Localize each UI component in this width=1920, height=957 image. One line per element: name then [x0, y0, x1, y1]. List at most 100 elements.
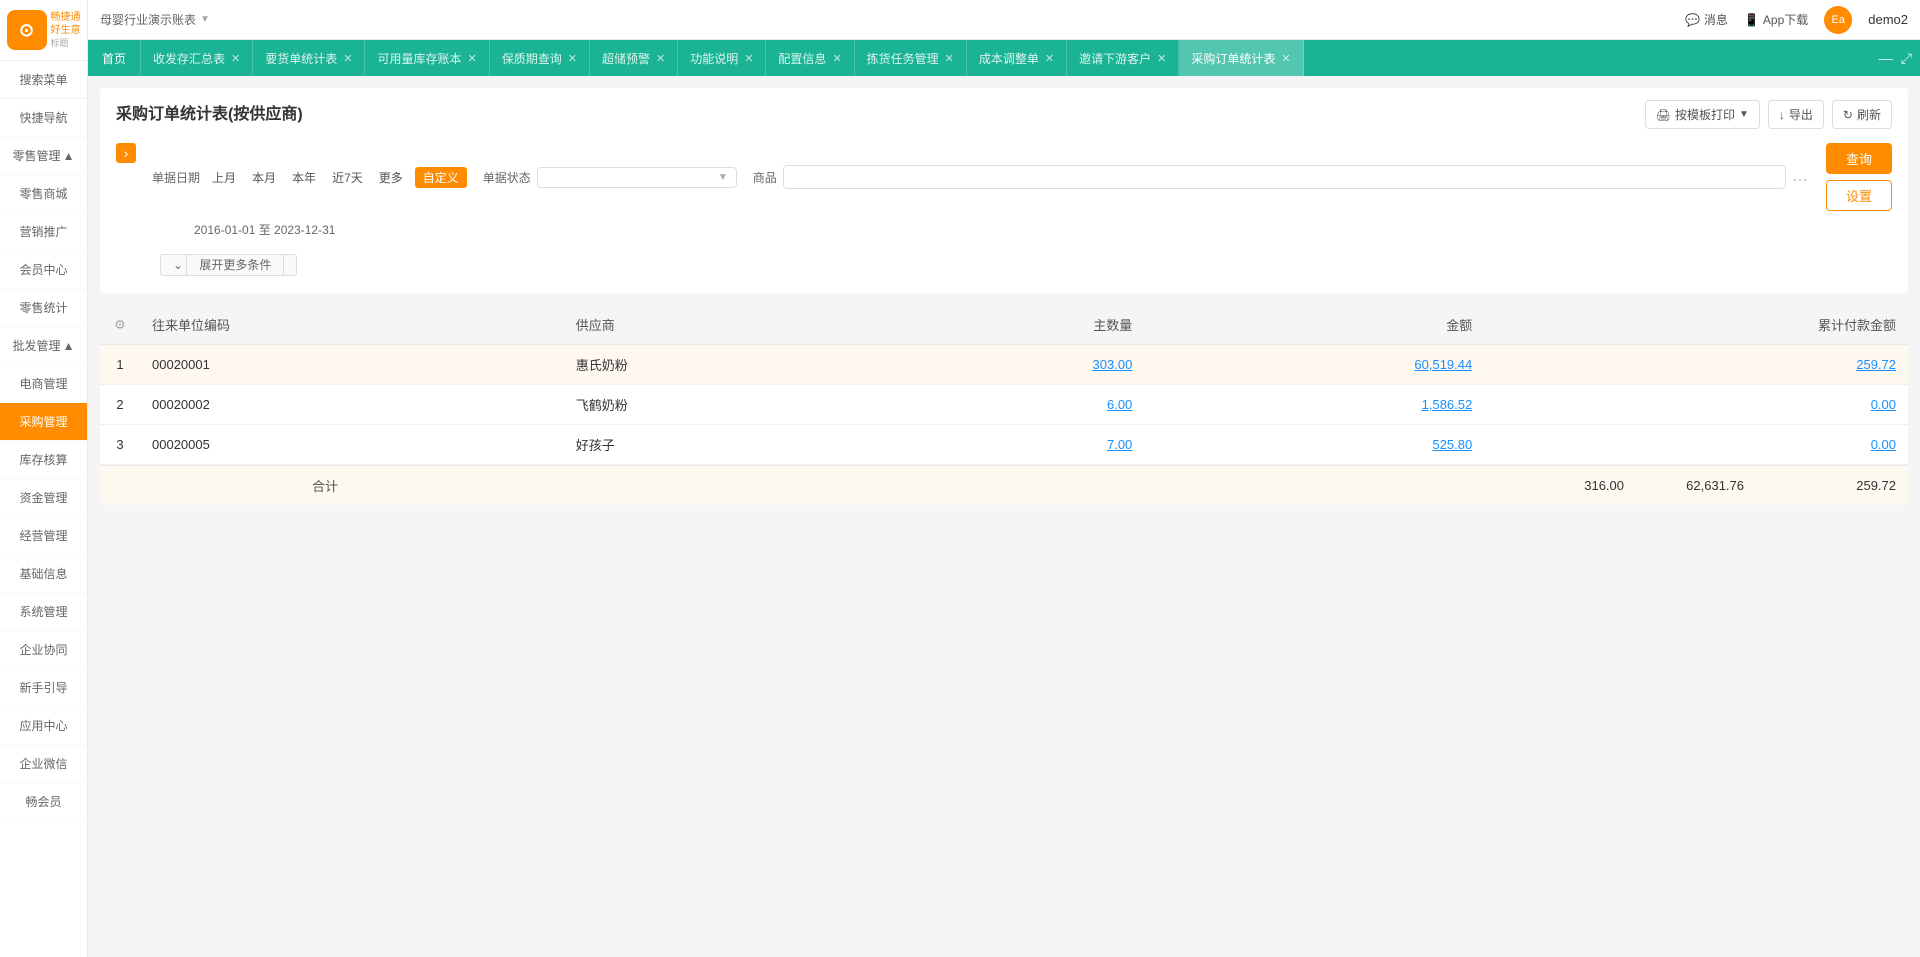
- sidebar-item-finance[interactable]: 资金管理: [0, 479, 87, 517]
- refresh-icon: ↻: [1843, 108, 1853, 122]
- footer-quantity: 316.00: [1536, 478, 1636, 493]
- expand-more-button[interactable]: ⌄ 展开更多条件: [152, 248, 1892, 281]
- tab-purchase-order-stats[interactable]: 采购订单统计表 ✕: [1179, 40, 1303, 76]
- tab-stock-summary[interactable]: 收发存汇总表 ✕: [141, 40, 253, 76]
- sidebar-item-quicknav[interactable]: 快捷导航: [0, 99, 87, 137]
- cell-supplier: 飞鹤奶粉: [564, 385, 880, 425]
- sidebar-item-retail-mgmt[interactable]: 零售管理 ▲: [0, 137, 87, 175]
- tab-cost-adjust-label: 成本调整单: [979, 50, 1039, 67]
- template-print-button[interactable]: 🖨 按模板打印 ▼: [1645, 100, 1760, 129]
- base-info-label: 基础信息: [19, 565, 67, 582]
- sidebar-item-member2[interactable]: 畅会员: [0, 783, 87, 821]
- status-select[interactable]: ▼: [537, 167, 737, 188]
- shortcut-this-year[interactable]: 本年: [286, 167, 322, 188]
- operation-label: 经营管理: [19, 527, 67, 544]
- tab-function-desc[interactable]: 功能说明 ✕: [678, 40, 766, 76]
- sidebar-item-app-center[interactable]: 应用中心: [0, 707, 87, 745]
- more-dots-button[interactable]: …: [1792, 168, 1810, 186]
- tab-invite-customer-close[interactable]: ✕: [1157, 52, 1166, 65]
- tab-overstock-label: 超储预警: [602, 50, 650, 67]
- page-content: 采购订单统计表(按供应商) 🖨 按模板打印 ▼ ↓ 导出 ↻ 刷新: [88, 76, 1920, 957]
- custom-date-button[interactable]: 自定义: [415, 167, 467, 188]
- tab-minimize-icon[interactable]: —: [1879, 50, 1893, 66]
- message-icon: 💬: [1685, 13, 1700, 27]
- cell-supplier: 惠氏奶粉: [564, 345, 880, 385]
- message-button[interactable]: 💬 消息: [1685, 11, 1728, 28]
- tab-overstock-warning[interactable]: 超储预警 ✕: [590, 40, 678, 76]
- tab-cost-adjust[interactable]: 成本调整单 ✕: [967, 40, 1067, 76]
- tab-invite-customer-label: 邀请下游客户: [1079, 50, 1151, 67]
- tab-purchase-order-stats-close[interactable]: ✕: [1281, 52, 1290, 65]
- sidebar-item-retail-store[interactable]: 零售商城: [0, 175, 87, 213]
- filter-fields: 单据日期 上月 本月 本年 近7天 更多 自定义: [152, 143, 1892, 281]
- sidebar-item-enterprise[interactable]: 企业协同: [0, 631, 87, 669]
- tab-stock-summary-close[interactable]: ✕: [231, 52, 240, 65]
- action-buttons: 查询 设置: [1826, 143, 1892, 211]
- shortcut-more[interactable]: 更多: [373, 167, 409, 188]
- tab-requisition-stats-close[interactable]: ✕: [343, 52, 352, 65]
- sidebar-item-sys-mgmt[interactable]: 系统管理: [0, 593, 87, 631]
- tab-expiry-query[interactable]: 保质期查询 ✕: [490, 40, 590, 76]
- cell-paid: 0.00: [1484, 385, 1908, 425]
- tab-pick-task-close[interactable]: ✕: [945, 52, 954, 65]
- refresh-button[interactable]: ↻ 刷新: [1832, 100, 1892, 129]
- sidebar-item-operation[interactable]: 经营管理: [0, 517, 87, 555]
- user-avatar[interactable]: Ea: [1824, 6, 1852, 34]
- tab-available-stock-close[interactable]: ✕: [468, 52, 477, 65]
- tab-cost-adjust-close[interactable]: ✕: [1045, 52, 1054, 65]
- footer-total-label: 合计: [312, 476, 1536, 495]
- table-row: 3 00020005 好孩子 7.00 525.80 0.00: [100, 425, 1908, 465]
- tab-expand-icon[interactable]: ⤢: [1901, 50, 1912, 67]
- table-header-row: ⚙ 往来单位编码 供应商 主数量 金额 累计付款金额: [100, 305, 1908, 345]
- cell-quantity: 6.00: [879, 385, 1144, 425]
- sidebar-item-wechat[interactable]: 企业微信: [0, 745, 87, 783]
- sidebar-item-wholesale[interactable]: 批发管理 ▲: [0, 327, 87, 365]
- table-row: 2 00020002 飞鹤奶粉 6.00 1,586.52 0.00: [100, 385, 1908, 425]
- sidebar-search[interactable]: 搜索菜单: [0, 61, 87, 99]
- ecommerce-label: 电商管理: [19, 375, 67, 392]
- shortcut-this-month[interactable]: 本月: [246, 167, 282, 188]
- tab-purchase-order-stats-label: 采购订单统计表: [1191, 50, 1275, 67]
- app-icon: 📱: [1744, 13, 1759, 27]
- tab-expiry-query-close[interactable]: ✕: [568, 52, 577, 65]
- th-supplier: 供应商: [564, 305, 880, 345]
- tab-available-stock-label: 可用量库存账本: [377, 50, 461, 67]
- shortcut-last-month[interactable]: 上月: [206, 167, 242, 188]
- cell-amount: 525.80: [1144, 425, 1484, 465]
- date-range-text: 2016-01-01 至 2023-12-31: [194, 223, 335, 237]
- app-download-button[interactable]: 📱 App下载: [1744, 11, 1808, 28]
- cell-no: 2: [100, 385, 140, 425]
- tab-config-info-close[interactable]: ✕: [832, 52, 841, 65]
- settings-button[interactable]: 设置: [1826, 180, 1892, 211]
- retail-mgmt-arrow: ▲: [63, 149, 75, 163]
- sidebar-item-ecommerce[interactable]: 电商管理: [0, 365, 87, 403]
- query-button[interactable]: 查询: [1826, 143, 1892, 174]
- enterprise-label: 企业协同: [19, 641, 67, 658]
- sidebar-item-purchase[interactable]: 采购管理: [0, 403, 87, 441]
- wechat-label: 企业微信: [19, 755, 67, 772]
- export-button[interactable]: ↓ 导出: [1768, 100, 1824, 129]
- tab-config-info[interactable]: 配置信息 ✕: [766, 40, 854, 76]
- sidebar-item-inventory[interactable]: 库存核算: [0, 441, 87, 479]
- sidebar-item-base-info[interactable]: 基础信息: [0, 555, 87, 593]
- sidebar-item-guide[interactable]: 新手引导: [0, 669, 87, 707]
- workspace-selector[interactable]: 母婴行业演示账表 ▼: [100, 11, 210, 28]
- tab-invite-customer[interactable]: 邀请下游客户 ✕: [1067, 40, 1179, 76]
- footer-amount: 62,631.76: [1636, 478, 1756, 493]
- tab-available-stock[interactable]: 可用量库存账本 ✕: [365, 40, 489, 76]
- tab-home[interactable]: 首页: [88, 40, 141, 76]
- collapse-button[interactable]: ›: [116, 143, 136, 163]
- sidebar-item-retail-stats[interactable]: 零售统计: [0, 289, 87, 327]
- tab-function-desc-close[interactable]: ✕: [744, 52, 753, 65]
- tab-requisition-stats[interactable]: 要货单统计表 ✕: [253, 40, 365, 76]
- table-row: 1 00020001 惠氏奶粉 303.00 60,519.44 259.72: [100, 345, 1908, 385]
- tab-function-desc-label: 功能说明: [690, 50, 738, 67]
- tab-overstock-close[interactable]: ✕: [656, 52, 665, 65]
- app-center-label: 应用中心: [19, 717, 67, 734]
- goods-input[interactable]: [783, 165, 1786, 189]
- tab-pick-task[interactable]: 拣货任务管理 ✕: [855, 40, 967, 76]
- app-label: App下载: [1763, 11, 1808, 28]
- shortcut-7days[interactable]: 近7天: [326, 167, 369, 188]
- sidebar-item-marketing[interactable]: 营销推广: [0, 213, 87, 251]
- sidebar-item-member[interactable]: 会员中心: [0, 251, 87, 289]
